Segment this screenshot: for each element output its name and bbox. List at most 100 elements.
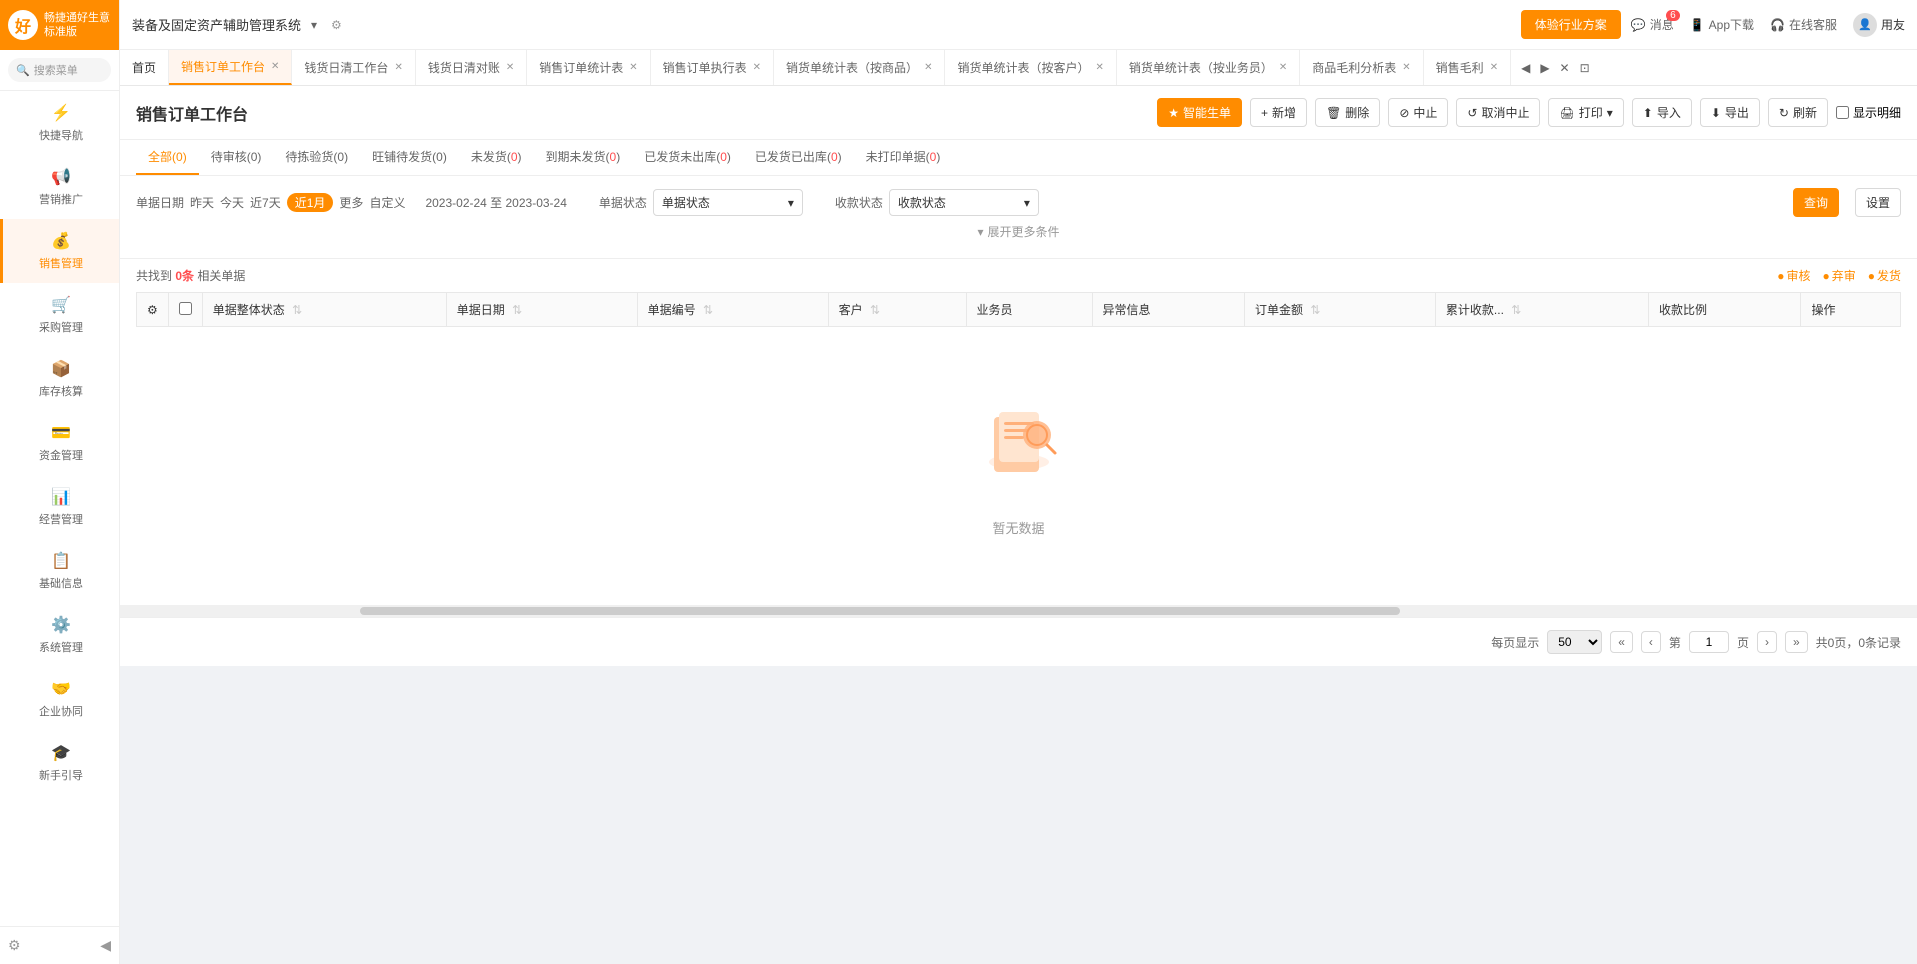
query-button[interactable]: 查询 bbox=[1793, 188, 1839, 217]
filter-date-more[interactable]: 更多 bbox=[339, 194, 363, 211]
tab-close-sales-exec[interactable]: ✕ bbox=[753, 62, 761, 73]
sub-tab-shipped-out[interactable]: 已发货已出库(0) bbox=[743, 140, 854, 175]
filter-date-yesterday[interactable]: 昨天 bbox=[190, 194, 214, 211]
tab-sales-summary-product[interactable]: 销货单统计表（按商品） ✕ bbox=[774, 50, 945, 85]
user-menu[interactable]: 👤 用友 bbox=[1853, 13, 1905, 37]
sidebar-item-enterprise[interactable]: 🤝 企业协同 bbox=[0, 667, 119, 731]
industry-solution-button[interactable]: 体验行业方案 bbox=[1521, 10, 1621, 39]
pagination-total: 共0页，0条记录 bbox=[1816, 634, 1901, 651]
batch-cancel-review-link[interactable]: ● 弃审 bbox=[1822, 267, 1855, 284]
sort-status-icon[interactable]: ⇅ bbox=[292, 303, 302, 317]
tab-close-sales-summary-customer[interactable]: ✕ bbox=[1095, 62, 1103, 73]
scrollbar-thumb[interactable] bbox=[360, 607, 1400, 615]
tab-sales-stats[interactable]: 销售订单统计表 ✕ bbox=[527, 50, 650, 85]
pagination-first[interactable]: « bbox=[1610, 631, 1633, 653]
filter-date-7days[interactable]: 近7天 bbox=[250, 194, 281, 211]
batch-ship-link[interactable]: ● 发货 bbox=[1868, 267, 1901, 284]
tab-close-cash-daily[interactable]: ✕ bbox=[394, 62, 402, 73]
horizontal-scrollbar[interactable] bbox=[120, 605, 1917, 617]
smart-create-button[interactable]: ★ 智能生单 bbox=[1157, 98, 1242, 127]
filter-expand-button[interactable]: ▾ 展开更多条件 bbox=[136, 217, 1901, 246]
th-exception: 异常信息 bbox=[1092, 293, 1244, 327]
tab-cash-reconcile[interactable]: 钱货日清对账 ✕ bbox=[416, 50, 527, 85]
sidebar-item-operations[interactable]: 📊 经营管理 bbox=[0, 475, 119, 539]
sidebar-item-purchase[interactable]: 🛒 采购管理 bbox=[0, 283, 119, 347]
tab-sales-summary-customer[interactable]: 销货单统计表（按客户） ✕ bbox=[945, 50, 1116, 85]
print-button[interactable]: 🖨 打印 ▾ bbox=[1548, 98, 1623, 127]
sidebar-item-quick-nav[interactable]: ⚡ 快捷导航 bbox=[0, 91, 119, 155]
sort-collected-icon[interactable]: ⇅ bbox=[1511, 303, 1521, 317]
sidebar-item-finance[interactable]: 💳 资金管理 bbox=[0, 411, 119, 475]
pagination-last[interactable]: » bbox=[1785, 631, 1808, 653]
tab-product-margin[interactable]: 商品毛利分析表 ✕ bbox=[1300, 50, 1423, 85]
tab-close-sales-summary-product[interactable]: ✕ bbox=[924, 62, 932, 73]
tab-home[interactable]: 首页 bbox=[120, 50, 169, 85]
sidebar-item-inventory[interactable]: 📦 库存核算 bbox=[0, 347, 119, 411]
tab-close-sales-stats[interactable]: ✕ bbox=[629, 62, 637, 73]
cancel-stop-button[interactable]: ↺ 取消中止 bbox=[1456, 98, 1540, 127]
tab-sales-summary-staff[interactable]: 销货单统计表（按业务员） ✕ bbox=[1117, 50, 1300, 85]
batch-review-link[interactable]: ● 审核 bbox=[1777, 267, 1810, 284]
stop-button[interactable]: ⊘ 中止 bbox=[1388, 98, 1448, 127]
delete-button[interactable]: 🗑 删除 bbox=[1315, 98, 1380, 127]
tab-close-sales-workbench[interactable]: ✕ bbox=[271, 61, 279, 72]
sidebar-item-sales[interactable]: 💰 销售管理 bbox=[0, 219, 119, 283]
sort-customer-icon[interactable]: ⇅ bbox=[870, 303, 880, 317]
sub-tab-wangpu[interactable]: 旺铺待发货(0) bbox=[360, 140, 459, 175]
export-button[interactable]: ⬇ 导出 bbox=[1700, 98, 1760, 127]
tab-close-cash-reconcile[interactable]: ✕ bbox=[506, 62, 514, 73]
tab-sales-more[interactable]: 销售毛利 ✕ bbox=[1424, 50, 1511, 85]
sort-date-icon[interactable]: ⇅ bbox=[512, 303, 522, 317]
show-detail-checkbox-label[interactable]: 显示明细 bbox=[1836, 104, 1901, 121]
tab-close-sales-more[interactable]: ✕ bbox=[1490, 62, 1498, 73]
th-checkbox[interactable] bbox=[168, 293, 202, 327]
search-input[interactable]: 🔍 搜索菜单 bbox=[8, 58, 111, 82]
import-button[interactable]: ⬆ 导入 bbox=[1632, 98, 1692, 127]
online-service-button[interactable]: 🎧 在线客服 bbox=[1770, 16, 1837, 33]
th-settings[interactable]: ⚙ bbox=[137, 293, 169, 327]
sub-tab-pending-review[interactable]: 待审核(0) bbox=[199, 140, 274, 175]
pagination-next[interactable]: › bbox=[1757, 631, 1777, 653]
tab-fullscreen[interactable]: ⊡ bbox=[1576, 59, 1594, 77]
filter-date-month[interactable]: 近1月 bbox=[287, 193, 334, 212]
tab-close-sales-summary-staff[interactable]: ✕ bbox=[1279, 62, 1287, 73]
show-detail-checkbox[interactable] bbox=[1836, 106, 1849, 119]
collapse-button[interactable]: ◀ bbox=[100, 937, 111, 954]
settings-gear-icon[interactable]: ⚙ bbox=[331, 18, 342, 32]
filter-date-today[interactable]: 今天 bbox=[220, 194, 244, 211]
tab-close-product-margin[interactable]: ✕ bbox=[1402, 62, 1410, 73]
filter-status-select[interactable]: 单据状态 ▾ bbox=[653, 189, 803, 216]
tab-close-all[interactable]: ✕ bbox=[1556, 59, 1574, 77]
module-dropdown[interactable]: ▾ bbox=[311, 18, 317, 32]
add-button[interactable]: + 新增 bbox=[1250, 98, 1307, 127]
sort-number-icon[interactable]: ⇅ bbox=[703, 303, 713, 317]
sidebar-item-guide[interactable]: 🎓 新手引导 bbox=[0, 731, 119, 795]
per-page-select[interactable]: 50 10 20 100 bbox=[1547, 630, 1602, 654]
tab-scroll-right[interactable]: ▶ bbox=[1536, 59, 1553, 77]
sub-tab-shipped-not-out[interactable]: 已发货未出库(0) bbox=[632, 140, 743, 175]
sidebar-item-basic[interactable]: 📋 基础信息 bbox=[0, 539, 119, 603]
sort-amount-icon[interactable]: ⇅ bbox=[1310, 303, 1320, 317]
sub-tab-not-shipped[interactable]: 未发货(0) bbox=[459, 140, 534, 175]
tab-cash-daily[interactable]: 钱货日清工作台 ✕ bbox=[292, 50, 415, 85]
select-all-checkbox[interactable] bbox=[179, 302, 192, 315]
sidebar-item-system[interactable]: ⚙️ 系统管理 bbox=[0, 603, 119, 667]
sub-tab-not-printed[interactable]: 未打印单据(0) bbox=[854, 140, 953, 175]
page-input[interactable] bbox=[1689, 631, 1729, 653]
refresh-button[interactable]: ↻ 刷新 bbox=[1768, 98, 1828, 127]
app-download-button[interactable]: 📱 App下载 bbox=[1690, 16, 1754, 33]
tab-sales-exec[interactable]: 销售订单执行表 ✕ bbox=[651, 50, 774, 85]
filter-date-custom[interactable]: 自定义 bbox=[369, 194, 405, 211]
table-area: 共找到 0条 相关单据 ● 审核 ● 弃审 bbox=[120, 259, 1917, 605]
pagination-prev[interactable]: ‹ bbox=[1641, 631, 1661, 653]
sidebar-item-marketing[interactable]: 📢 营销推广 bbox=[0, 155, 119, 219]
tab-sales-workbench[interactable]: 销售订单工作台 ✕ bbox=[169, 50, 292, 85]
sub-tab-expired[interactable]: 到期未发货(0) bbox=[534, 140, 633, 175]
tab-scroll-left[interactable]: ◀ bbox=[1517, 59, 1534, 77]
sub-tab-pending-inspect[interactable]: 待拣验货(0) bbox=[273, 140, 360, 175]
message-button[interactable]: 💬 消息 6 bbox=[1631, 16, 1674, 33]
settings-button[interactable]: ⚙ bbox=[8, 937, 21, 954]
filter-settings-button[interactable]: 设置 bbox=[1855, 188, 1901, 217]
sub-tab-all[interactable]: 全部(0) bbox=[136, 140, 199, 175]
filter-payment-select[interactable]: 收款状态 ▾ bbox=[889, 189, 1039, 216]
